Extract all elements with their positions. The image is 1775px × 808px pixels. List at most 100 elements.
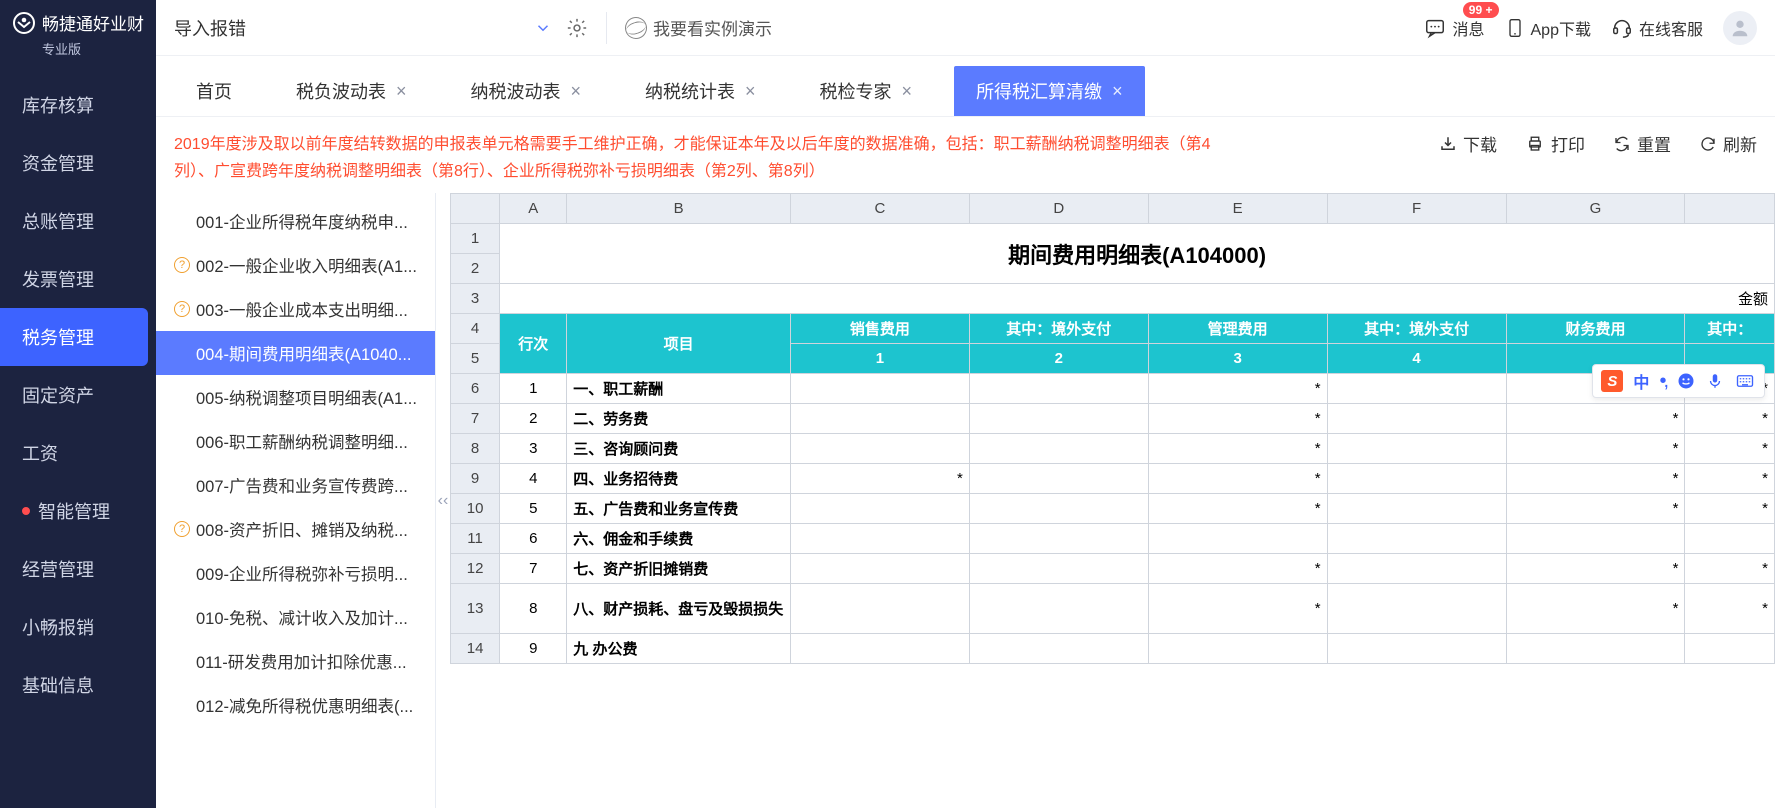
cell-data[interactable] [1327,554,1506,584]
cell-data[interactable]: * [1506,554,1685,584]
cell-data[interactable] [790,634,969,664]
cell-data[interactable] [969,404,1148,434]
form-item-7[interactable]: ?008-资产折旧、摊销及纳税... [156,507,435,551]
cell-data[interactable]: * [1148,554,1327,584]
cell-data[interactable] [969,524,1148,554]
row-header-13[interactable]: 13 [451,584,500,634]
cell-rowno[interactable]: 7 [500,554,567,584]
tab-5[interactable]: 所得税汇算清缴× [954,66,1145,116]
cell-data[interactable]: * [1148,374,1327,404]
cell-data[interactable]: * [1685,464,1775,494]
sidebar-item-2[interactable]: 总账管理 [0,192,156,250]
cell-rowno[interactable]: 5 [500,494,567,524]
spreadsheet[interactable]: ABCDEFG1期间费用明细表(A104000)23金额4行次项目销售费用其中：… [450,193,1775,808]
form-item-1[interactable]: ?002-一般企业收入明细表(A1... [156,243,435,287]
ime-toolbar[interactable]: S 中 •, [1592,364,1765,398]
cell-data[interactable] [1327,464,1506,494]
cell-data[interactable]: * [790,464,969,494]
close-icon[interactable]: × [902,81,913,102]
cell-data[interactable] [1506,524,1685,554]
ime-lang[interactable]: 中 [1633,369,1649,393]
cell-data[interactable] [790,524,969,554]
row-header-1[interactable]: 1 [451,224,500,254]
cell-data[interactable] [790,404,969,434]
ime-keyboard-icon[interactable] [1734,372,1756,390]
cell-data[interactable]: * [1685,434,1775,464]
cell-data[interactable]: * [1148,584,1327,634]
cell-item-label[interactable]: 四、业务招待费 [567,464,791,494]
print-button[interactable]: 打印 [1525,131,1585,156]
cell-rowno[interactable]: 3 [500,434,567,464]
cell-data[interactable]: * [1685,404,1775,434]
col-header-A[interactable]: A [500,194,567,224]
sidebar-item-9[interactable]: 小畅报销 [0,598,156,656]
cell-data[interactable] [969,434,1148,464]
ime-emoji-icon[interactable] [1676,371,1696,391]
reset-button[interactable]: 重置 [1613,131,1671,156]
cell-data[interactable] [1685,634,1775,664]
form-item-8[interactable]: 009-企业所得税弥补亏损明... [156,551,435,595]
refresh-button[interactable]: 刷新 [1699,131,1757,156]
search-select[interactable]: 导入报错 [174,11,588,45]
col-header-D[interactable]: D [969,194,1148,224]
cell-data[interactable] [969,374,1148,404]
cell-item-label[interactable]: 八、财产损耗、盘亏及毁损损失 [567,584,791,634]
row-header-6[interactable]: 6 [451,374,500,404]
tab-4[interactable]: 税检专家× [798,66,935,116]
cell-rowno[interactable]: 8 [500,584,567,634]
cell-data[interactable] [969,464,1148,494]
cell-data[interactable] [1327,524,1506,554]
cell-data[interactable]: * [1685,554,1775,584]
col-header-B[interactable]: B [567,194,791,224]
tab-1[interactable]: 税负波动表× [274,66,429,116]
tab-0[interactable]: 首页 [174,66,254,116]
form-item-2[interactable]: ?003-一般企业成本支出明细... [156,287,435,331]
sidebar-item-0[interactable]: 库存核算 [0,76,156,134]
cell-data[interactable]: * [1506,494,1685,524]
col-header-F[interactable]: F [1327,194,1506,224]
messages-button[interactable]: 消息 99 + [1424,16,1484,40]
sidebar-item-4[interactable]: 税务管理 [0,308,148,366]
close-icon[interactable]: × [571,81,582,102]
cell-data[interactable]: * [1685,584,1775,634]
row-header-11[interactable]: 11 [451,524,500,554]
ime-punct-icon[interactable]: •, [1659,370,1666,393]
row-header-9[interactable]: 9 [451,464,500,494]
cell-data[interactable] [1148,524,1327,554]
form-item-5[interactable]: 006-职工薪酬纳税调整明细... [156,419,435,463]
row-header-7[interactable]: 7 [451,404,500,434]
cell-data[interactable]: * [1685,494,1775,524]
cell-rowno[interactable]: 2 [500,404,567,434]
cell-data[interactable] [1327,634,1506,664]
form-item-11[interactable]: 012-减免所得税优惠明细表(... [156,683,435,727]
avatar[interactable] [1723,11,1757,45]
chevron-down-icon[interactable] [534,19,552,37]
cell-data[interactable]: * [1148,464,1327,494]
row-header-3[interactable]: 3 [451,284,500,314]
cell-data[interactable] [1685,524,1775,554]
form-item-10[interactable]: 011-研发费用加计扣除优惠... [156,639,435,683]
col-header-E[interactable]: E [1148,194,1327,224]
cell-data[interactable] [969,494,1148,524]
gear-icon[interactable] [566,17,588,39]
form-item-4[interactable]: 005-纳税调整项目明细表(A1... [156,375,435,419]
cell-data[interactable] [1148,634,1327,664]
sidebar-item-7[interactable]: 智能管理 [0,482,156,540]
form-item-3[interactable]: 004-期间费用明细表(A1040... [156,331,435,375]
cell-data[interactable]: * [1148,494,1327,524]
row-header-14[interactable]: 14 [451,634,500,664]
cell-data[interactable] [790,584,969,634]
sidebar-item-3[interactable]: 发票管理 [0,250,156,308]
cell-data[interactable] [1327,374,1506,404]
row-header-8[interactable]: 8 [451,434,500,464]
cell-item-label[interactable]: 二、劳务费 [567,404,791,434]
row-header-5[interactable]: 5 [451,344,500,374]
app-download-button[interactable]: App下载 [1505,16,1591,40]
close-icon[interactable]: × [1112,81,1123,102]
ime-mic-icon[interactable] [1706,371,1724,391]
cell-item-label[interactable]: 六、佣金和手续费 [567,524,791,554]
download-button[interactable]: 下载 [1439,131,1497,156]
close-icon[interactable]: × [745,81,756,102]
cell-rowno[interactable]: 4 [500,464,567,494]
cell-data[interactable]: * [1148,434,1327,464]
